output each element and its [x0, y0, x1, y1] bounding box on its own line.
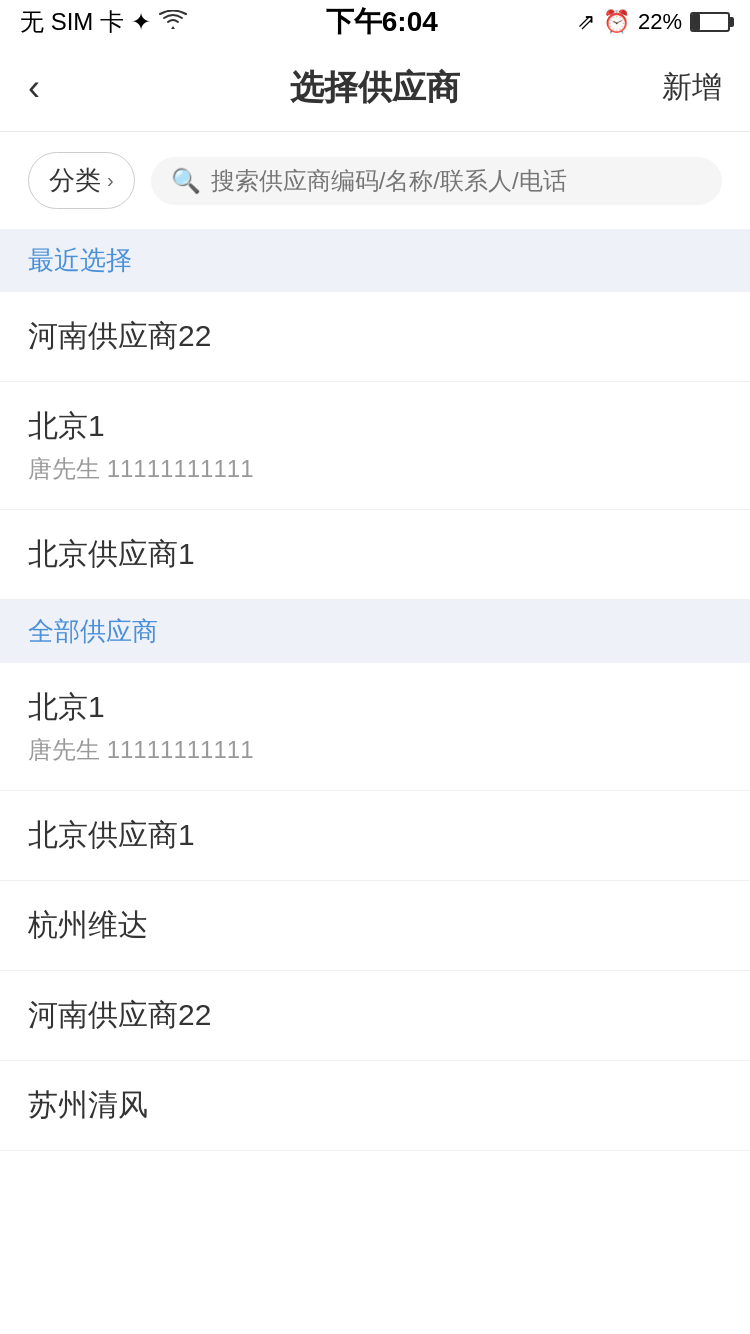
item-name: 北京供应商1: [28, 534, 722, 575]
page-title: 选择供应商: [290, 65, 460, 111]
list-item[interactable]: 河南供应商22: [0, 971, 750, 1061]
status-bar-right: ⇗ ⏰ 22%: [577, 9, 730, 35]
sim-status: 无 SIM 卡 ✦: [20, 6, 151, 38]
filter-bar: 分类 › 🔍: [0, 132, 750, 229]
search-icon: 🔍: [171, 167, 201, 195]
item-name: 北京1: [28, 406, 722, 447]
category-button[interactable]: 分类 ›: [28, 152, 135, 209]
chevron-right-icon: ›: [107, 169, 114, 192]
item-name: 河南供应商22: [28, 316, 722, 357]
item-name: 北京1: [28, 687, 722, 728]
list-item[interactable]: 河南供应商22: [0, 292, 750, 382]
category-label: 分类: [49, 163, 101, 198]
add-button[interactable]: 新增: [662, 67, 722, 108]
list-item[interactable]: 北京供应商1: [0, 510, 750, 600]
item-contact: 唐先生 11111111111: [28, 453, 722, 485]
battery-percent: 22%: [638, 9, 682, 35]
battery-fill: [692, 14, 700, 30]
list-item[interactable]: 北京1 唐先生 11111111111: [0, 382, 750, 510]
list-item[interactable]: 北京供应商1: [0, 791, 750, 881]
status-bar-time: 下午6:04: [326, 3, 438, 41]
list-item[interactable]: 杭州维达: [0, 881, 750, 971]
item-name: 杭州维达: [28, 905, 722, 946]
wifi-icon: [159, 8, 187, 36]
item-contact: 唐先生 11111111111: [28, 734, 722, 766]
status-bar: 无 SIM 卡 ✦ 下午6:04 ⇗ ⏰ 22%: [0, 0, 750, 44]
recent-list: 河南供应商22 北京1 唐先生 11111111111 北京供应商1: [0, 292, 750, 600]
nav-bar: ‹ 选择供应商 新增: [0, 44, 750, 132]
list-item[interactable]: 苏州清风: [0, 1061, 750, 1151]
item-name: 苏州清风: [28, 1085, 722, 1126]
recent-section-header: 最近选择: [0, 229, 750, 292]
recent-section-label: 最近选择: [28, 245, 132, 275]
item-name: 北京供应商1: [28, 815, 722, 856]
location-icon: ⇗: [577, 9, 595, 35]
all-section-header: 全部供应商: [0, 600, 750, 663]
list-item[interactable]: 北京1 唐先生 11111111111: [0, 663, 750, 791]
all-list: 北京1 唐先生 11111111111 北京供应商1 杭州维达 河南供应商22 …: [0, 663, 750, 1151]
item-name: 河南供应商22: [28, 995, 722, 1036]
back-button[interactable]: ‹: [28, 67, 88, 109]
search-input[interactable]: [211, 167, 702, 195]
alarm-icon: ⏰: [603, 9, 630, 35]
search-box[interactable]: 🔍: [151, 157, 722, 205]
battery-icon: [690, 12, 730, 32]
all-section-label: 全部供应商: [28, 616, 158, 646]
status-bar-left: 无 SIM 卡 ✦: [20, 6, 187, 38]
